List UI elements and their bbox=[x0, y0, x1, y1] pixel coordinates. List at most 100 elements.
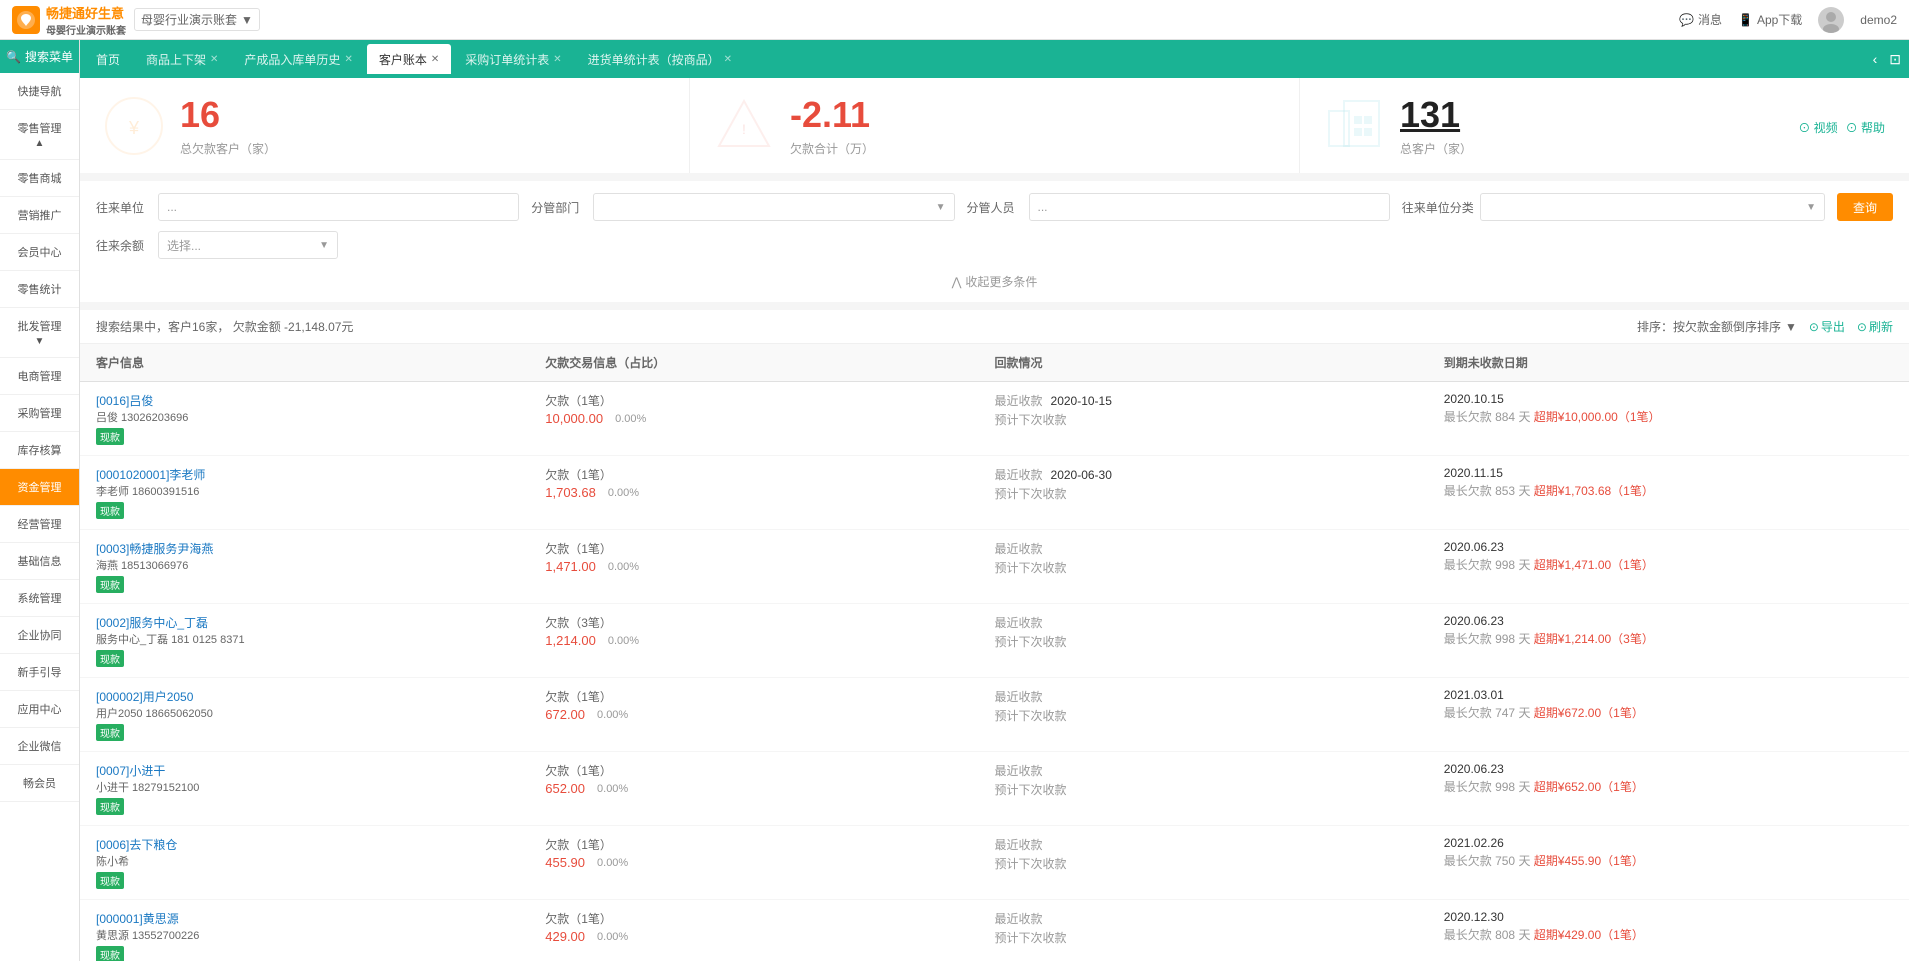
table-row: [0007]小进干 小进干 18279152100 现款 欠款（1笔） 652.… bbox=[80, 752, 1909, 826]
cell-due-6: 2020.06.23 最长欠款 998 天 超期¥652.00（1笔） bbox=[1444, 762, 1893, 795]
sidebar-item-ops-mgmt[interactable]: 经营管理 bbox=[0, 506, 79, 543]
result-bar: 搜索结果中，客户16家， 欠款金额 -21,148.07元 排序：按欠款金额倒序… bbox=[80, 310, 1909, 344]
stat-value-total-customers: 131 bbox=[1400, 94, 1472, 136]
close-icon[interactable]: ✕ bbox=[344, 54, 352, 65]
cell-debt-1: 欠款（1笔） 10,000.00 0.00% bbox=[545, 392, 994, 426]
help-link[interactable]: ⊙ 帮助 bbox=[1846, 119, 1885, 136]
customer-tag-7: 现款 bbox=[96, 872, 124, 889]
person-input[interactable]: ... bbox=[1029, 193, 1390, 221]
balance-dropdown[interactable]: 选择... ▼ bbox=[158, 231, 338, 259]
stat-card-3-actions: ⊙ 视频 ⊙ 帮助 bbox=[1798, 115, 1885, 136]
cell-customer-8: [000001]黄思源 黄思源 13552700226 现款 bbox=[96, 910, 545, 961]
app-download-button[interactable]: 📱 App下载 bbox=[1738, 11, 1802, 28]
stat-card-total-customers: 131 总客户（家） ⊙ 视频 ⊙ 帮助 bbox=[1300, 78, 1909, 173]
cell-return-8: 最近收款 预计下次收款 bbox=[995, 910, 1444, 946]
cell-return-1: 最近收款 2020-10-15 预计下次收款 bbox=[995, 392, 1444, 428]
sidebar-item-member-center[interactable]: 会员中心 bbox=[0, 234, 79, 271]
stats-row: ¥ 16 总欠款客户（家） ! bbox=[80, 78, 1909, 173]
customer-name-3[interactable]: [0003]畅捷服务尹海燕 bbox=[96, 540, 545, 557]
tab-maximize-button[interactable]: ⊡ bbox=[1885, 51, 1905, 68]
sidebar-item-ecom-mgmt[interactable]: 电商管理 bbox=[0, 358, 79, 395]
video-link[interactable]: ⊙ 视频 bbox=[1798, 119, 1837, 136]
category-dropdown[interactable]: ▼ bbox=[1480, 193, 1825, 221]
close-icon[interactable]: ✕ bbox=[553, 54, 561, 65]
customer-phone-3: 海燕 18513066976 bbox=[96, 557, 545, 573]
stat-card-overdue-customers: ¥ 16 总欠款客户（家） bbox=[80, 78, 690, 173]
message-button[interactable]: 💬 消息 bbox=[1679, 11, 1722, 28]
customer-name-7[interactable]: [0006]去下粮仓 bbox=[96, 836, 545, 853]
table-row: [0002]服务中心_丁磊 服务中心_丁磊 181 0125 8371 现款 欠… bbox=[80, 604, 1909, 678]
company-selector[interactable]: 母婴行业演示账套 ▼ bbox=[134, 8, 260, 31]
customer-name-5[interactable]: [000002]用户2050 bbox=[96, 688, 545, 705]
tab-customer-account[interactable]: 客户账本 ✕ bbox=[367, 44, 451, 74]
customer-name-2[interactable]: [0001020001]李老师 bbox=[96, 466, 545, 483]
sidebar-item-stock-check[interactable]: 库存核算 bbox=[0, 432, 79, 469]
user-name[interactable]: demo2 bbox=[1860, 13, 1897, 27]
customer-name-4[interactable]: [0002]服务中心_丁磊 bbox=[96, 614, 545, 631]
sidebar-item-enterprise-coop[interactable]: 企业协同 bbox=[0, 617, 79, 654]
svg-text:¥: ¥ bbox=[128, 118, 140, 138]
stat-icon-2: ! bbox=[714, 96, 774, 156]
filter-item-balance: 往来余额 选择... ▼ bbox=[96, 231, 396, 259]
stat-card-total-debt: ! -2.11 欠款合计（万） bbox=[690, 78, 1300, 173]
export-button[interactable]: ⊙ 导出 bbox=[1809, 318, 1845, 335]
cell-customer-2: [0001020001]李老师 李老师 18600391516 现款 bbox=[96, 466, 545, 519]
tab-purchase-stats[interactable]: 进货单统计表（按商品） ✕ bbox=[576, 44, 744, 74]
sidebar-item-retail-stats[interactable]: 零售统计 bbox=[0, 271, 79, 308]
tab-product-listing[interactable]: 商品上下架 ✕ bbox=[134, 44, 230, 74]
sidebar: 🔍 搜索菜单 快捷导航 零售管理 ▲ 零售商城 营销推广 会员中心 零售统计 bbox=[0, 40, 80, 961]
collapse-row[interactable]: ⋀ 收起更多条件 bbox=[96, 269, 1893, 290]
chevron-down-icon: ▼ bbox=[319, 240, 329, 251]
sidebar-item-new-guide[interactable]: 新手引导 bbox=[0, 654, 79, 691]
sidebar-item-retail-store[interactable]: 零售商城 bbox=[0, 160, 79, 197]
table-row: [0006]去下粮仓 陈小希 现款 欠款（1笔） 455.90 0.00% 最 bbox=[80, 826, 1909, 900]
cell-customer-3: [0003]畅捷服务尹海燕 海燕 18513066976 现款 bbox=[96, 540, 545, 593]
cell-return-4: 最近收款 预计下次收款 bbox=[995, 614, 1444, 650]
filter-item-person: 分管人员 ... bbox=[967, 193, 1390, 221]
tab-home[interactable]: 首页 bbox=[84, 44, 132, 74]
sidebar-item-member-plus[interactable]: 畅会员 bbox=[0, 765, 79, 802]
cell-due-7: 2021.02.26 最长欠款 750 天 超期¥455.90（1笔） bbox=[1444, 836, 1893, 869]
cell-customer-7: [0006]去下粮仓 陈小希 现款 bbox=[96, 836, 545, 889]
cell-return-2: 最近收款 2020-06-30 预计下次收款 bbox=[995, 466, 1444, 502]
tab-prev-button[interactable]: ‹ bbox=[1869, 51, 1882, 68]
sidebar-item-enterprise-wechat[interactable]: 企业微信 bbox=[0, 728, 79, 765]
close-icon[interactable]: ✕ bbox=[210, 54, 218, 65]
close-icon[interactable]: ✕ bbox=[431, 54, 439, 65]
sidebar-item-sys-mgmt[interactable]: 系统管理 bbox=[0, 580, 79, 617]
stat-label-2: 欠款合计（万） bbox=[790, 140, 874, 157]
tab-purchase-order[interactable]: 采购订单统计表 ✕ bbox=[453, 44, 573, 74]
tab-product-instock[interactable]: 产成品入库单历史 ✕ bbox=[232, 44, 364, 74]
filter-item-dept: 分管部门 ▼ bbox=[531, 193, 954, 221]
sidebar-item-retail-mgmt[interactable]: 零售管理 ▲ bbox=[0, 110, 79, 160]
col-header-customer: 客户信息 bbox=[96, 354, 545, 371]
customer-name-8[interactable]: [000001]黄思源 bbox=[96, 910, 545, 927]
sidebar-search[interactable]: 🔍 搜索菜单 bbox=[0, 40, 79, 73]
sidebar-item-app-center[interactable]: 应用中心 bbox=[0, 691, 79, 728]
sidebar-item-batch-mgmt[interactable]: 批发管理 ▼ bbox=[0, 308, 79, 358]
cell-debt-4: 欠款（3笔） 1,214.00 0.00% bbox=[545, 614, 994, 648]
search-button[interactable]: 查询 bbox=[1837, 193, 1893, 221]
sidebar-item-marketing[interactable]: 营销推广 bbox=[0, 197, 79, 234]
top-bar-right: 💬 消息 📱 App下载 demo2 bbox=[1679, 7, 1897, 33]
filter-row-2: 往来余额 选择... ▼ bbox=[96, 231, 1893, 259]
refresh-button[interactable]: ⊙ 刷新 bbox=[1857, 318, 1893, 335]
customer-tag-1: 现款 bbox=[96, 428, 124, 445]
stat-icon-3 bbox=[1324, 96, 1384, 156]
collapse-label: 收起更多条件 bbox=[965, 273, 1037, 290]
sidebar-item-purchase-mgmt[interactable]: 采购管理 bbox=[0, 395, 79, 432]
sidebar-item-finance-mgmt[interactable]: 资金管理 bbox=[0, 469, 79, 506]
filter-label-balance: 往来余额 bbox=[96, 237, 152, 254]
chevron-down-icon: ▼ bbox=[1806, 202, 1816, 213]
close-icon[interactable]: ✕ bbox=[724, 54, 732, 65]
sort-select[interactable]: 排序：按欠款金额倒序排序 ▼ bbox=[1637, 318, 1797, 335]
dept-dropdown[interactable]: ▼ bbox=[593, 193, 954, 221]
sidebar-item-base-info[interactable]: 基础信息 bbox=[0, 543, 79, 580]
user-avatar[interactable] bbox=[1818, 7, 1844, 33]
cell-due-1: 2020.10.15 最长欠款 884 天 超期¥10,000.00（1笔） bbox=[1444, 392, 1893, 425]
cell-due-4: 2020.06.23 最长欠款 998 天 超期¥1,214.00（3笔） bbox=[1444, 614, 1893, 647]
customer-name-1[interactable]: [0016]吕俊 bbox=[96, 392, 545, 409]
customer-name-6[interactable]: [0007]小进干 bbox=[96, 762, 545, 779]
top-bar: 畅捷通好生意 母婴行业演示账套 母婴行业演示账套 ▼ 💬 消息 📱 App下载 … bbox=[0, 0, 1909, 40]
source-unit-input[interactable]: ... bbox=[158, 193, 519, 221]
